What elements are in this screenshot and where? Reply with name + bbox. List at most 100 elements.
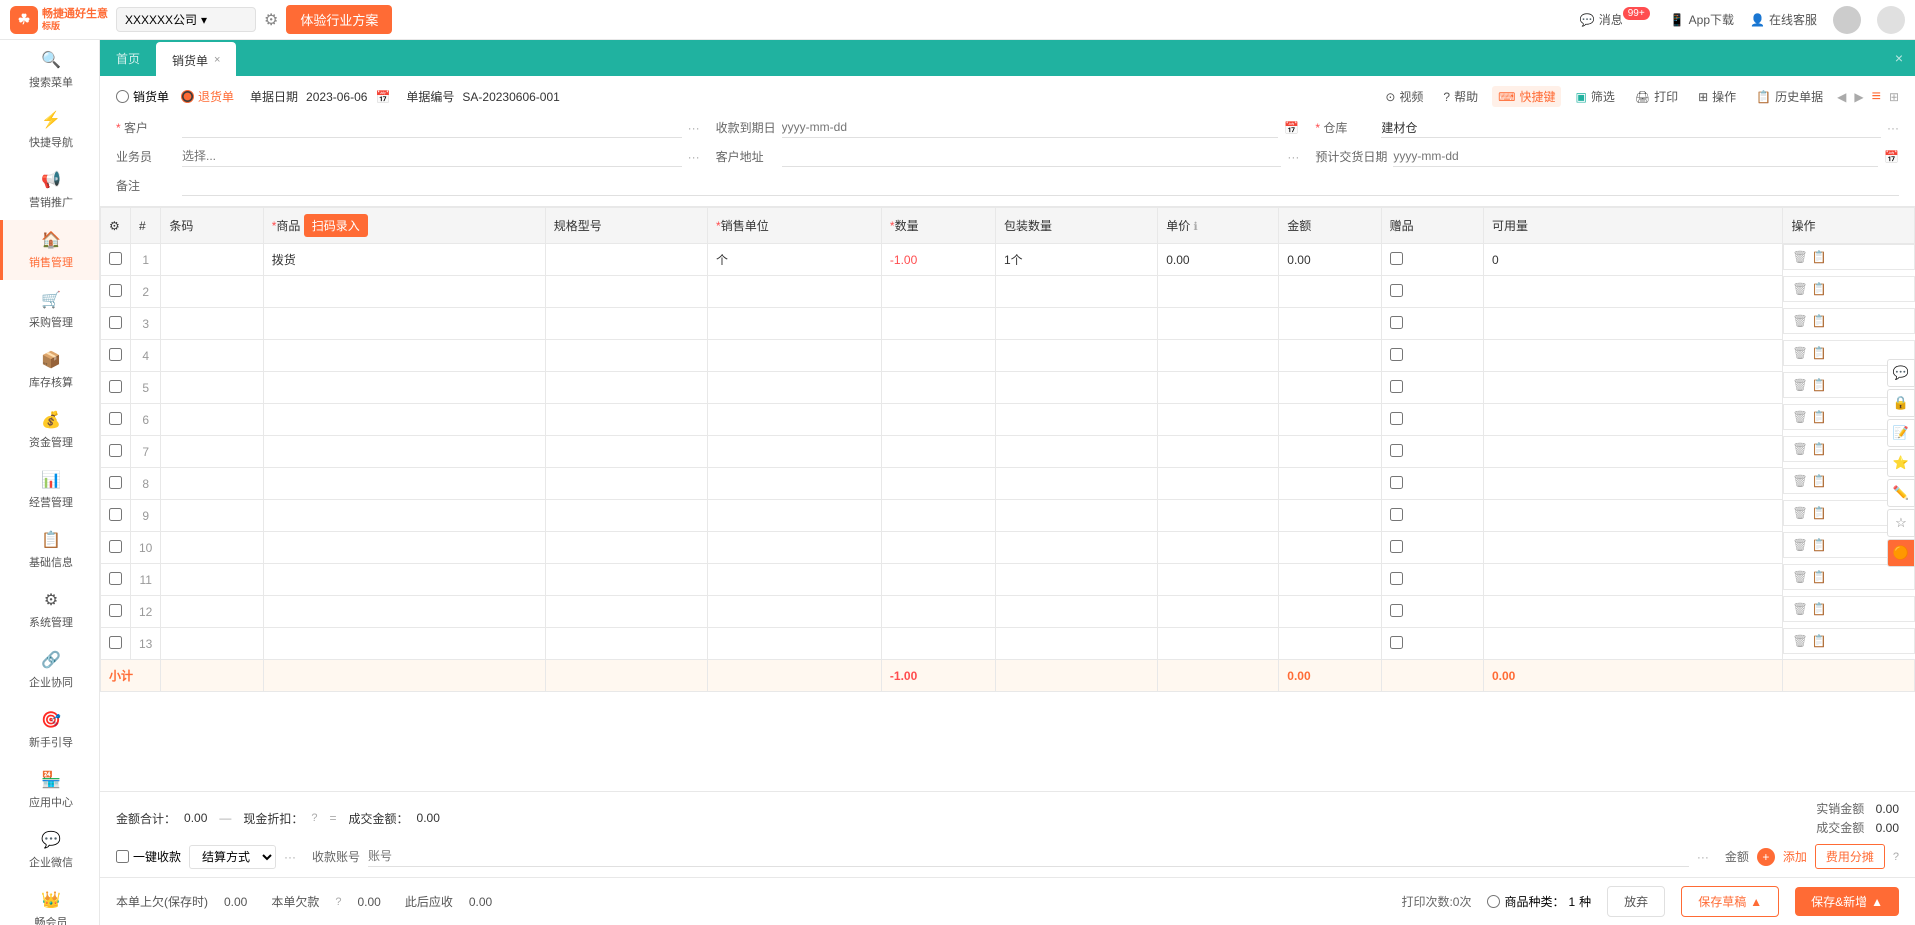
cell-spec-7[interactable] (545, 468, 707, 500)
cell-product-3[interactable] (263, 340, 545, 372)
cell-spec-4[interactable] (545, 372, 707, 404)
cell-gift-1[interactable] (1381, 276, 1483, 308)
cell-barcode-8[interactable] (161, 500, 263, 532)
save-new-chevron[interactable]: ▲ (1871, 895, 1883, 909)
cell-pkg-8[interactable] (995, 500, 1157, 532)
one-click-payment-input[interactable] (116, 850, 129, 863)
cell-price-3[interactable] (1158, 340, 1279, 372)
tab-home[interactable]: 首页 (100, 40, 156, 76)
cell-unit-0[interactable]: 个 (708, 244, 882, 276)
cell-barcode-0[interactable] (161, 244, 263, 276)
cell-product-5[interactable] (263, 404, 545, 436)
sidebar-item-guide[interactable]: 🎯 新手引导 (0, 700, 99, 760)
cell-amount-2[interactable] (1279, 308, 1381, 340)
cell-unit-8[interactable] (708, 500, 882, 532)
cell-product-6[interactable] (263, 436, 545, 468)
payment-method-select[interactable]: 结算方式 (189, 845, 276, 869)
cell-spec-10[interactable] (545, 564, 707, 596)
cell-pkg-1[interactable] (995, 276, 1157, 308)
expense-split-button[interactable]: 费用分摊 (1815, 844, 1885, 869)
delete-icon-3[interactable]: 🗑 (1792, 346, 1807, 360)
delivery-calendar-icon[interactable]: 📅 (1884, 150, 1899, 164)
cell-barcode-10[interactable] (161, 564, 263, 596)
float-edit-btn[interactable]: ✏️ (1887, 479, 1915, 507)
cell-gift-4[interactable] (1381, 372, 1483, 404)
salesperson-more-btn[interactable]: ··· (688, 150, 700, 164)
video-btn[interactable]: ⊙ 视频 (1379, 86, 1429, 107)
cell-product-11[interactable] (263, 596, 545, 628)
delete-icon-2[interactable]: 🗑 (1792, 314, 1807, 328)
company-selector[interactable]: XXXXXX公司 ▾ (116, 7, 256, 32)
radio-return-order[interactable]: 退货单 (181, 88, 234, 105)
cell-gift-9[interactable] (1381, 532, 1483, 564)
copy-icon-10[interactable]: 📋 (1812, 570, 1827, 584)
copy-icon-5[interactable]: 📋 (1812, 410, 1827, 424)
cell-spec-11[interactable] (545, 596, 707, 628)
cell-gift-11[interactable] (1381, 596, 1483, 628)
cell-unit-11[interactable] (708, 596, 882, 628)
cell-gift-7[interactable] (1381, 468, 1483, 500)
cell-barcode-7[interactable] (161, 468, 263, 500)
cell-spec-2[interactable] (545, 308, 707, 340)
customer-input[interactable] (182, 117, 682, 138)
cell-unit-3[interactable] (708, 340, 882, 372)
cell-spec-6[interactable] (545, 436, 707, 468)
cell-spec-8[interactable] (545, 500, 707, 532)
copy-icon-2[interactable]: 📋 (1812, 314, 1827, 328)
cell-unit-7[interactable] (708, 468, 882, 500)
delete-icon-4[interactable]: 🗑 (1792, 378, 1807, 392)
cell-qty-2[interactable] (881, 308, 995, 340)
cell-pkg-4[interactable] (995, 372, 1157, 404)
cell-barcode-3[interactable] (161, 340, 263, 372)
cell-pkg-12[interactable] (995, 628, 1157, 660)
cell-price-8[interactable] (1158, 500, 1279, 532)
cell-amount-5[interactable] (1279, 404, 1381, 436)
avatar[interactable] (1833, 6, 1861, 34)
cell-pkg-0[interactable]: 1个 (995, 244, 1157, 276)
cell-barcode-11[interactable] (161, 596, 263, 628)
cell-amount-3[interactable] (1279, 340, 1381, 372)
owed-info-icon[interactable]: ? (335, 896, 341, 908)
history-btn[interactable]: 📋 历史单据 (1750, 86, 1829, 107)
account-more[interactable]: ··· (1697, 850, 1709, 864)
copy-icon-12[interactable]: 📋 (1812, 634, 1827, 648)
cell-qty-9[interactable] (881, 532, 995, 564)
float-note-btn[interactable]: 📝 (1887, 419, 1915, 447)
cell-unit-9[interactable] (708, 532, 882, 564)
copy-icon-7[interactable]: 📋 (1812, 474, 1827, 488)
cell-product-1[interactable] (263, 276, 545, 308)
window-close-icon[interactable]: × (1883, 50, 1915, 66)
cell-price-9[interactable] (1158, 532, 1279, 564)
settings-icon[interactable]: ⚙ (264, 10, 278, 30)
customer-more-btn[interactable]: ··· (688, 121, 700, 135)
cell-qty-6[interactable] (881, 436, 995, 468)
tab-sales-order[interactable]: 销货单 × (156, 42, 236, 78)
float-star-btn[interactable]: ⭐ (1887, 449, 1915, 477)
cell-price-10[interactable] (1158, 564, 1279, 596)
cell-qty-10[interactable] (881, 564, 995, 596)
cell-price-6[interactable] (1158, 436, 1279, 468)
cell-qty-8[interactable] (881, 500, 995, 532)
cell-price-7[interactable] (1158, 468, 1279, 500)
cell-pkg-6[interactable] (995, 436, 1157, 468)
cell-gift-10[interactable] (1381, 564, 1483, 596)
customer-address-input[interactable] (782, 146, 1282, 167)
cell-barcode-2[interactable] (161, 308, 263, 340)
cell-product-0[interactable]: 拨货 (263, 244, 545, 276)
save-draft-chevron[interactable]: ▲ (1750, 895, 1762, 909)
cell-price-2[interactable] (1158, 308, 1279, 340)
sidebar-item-purchase[interactable]: 🛒 采购管理 (0, 280, 99, 340)
cell-qty-12[interactable] (881, 628, 995, 660)
due-date-input[interactable] (782, 117, 1279, 138)
cell-amount-1[interactable] (1279, 276, 1381, 308)
cell-spec-0[interactable] (545, 244, 707, 276)
app-download-btn[interactable]: 📱 App下载 (1670, 11, 1734, 28)
cell-amount-12[interactable] (1279, 628, 1381, 660)
delete-icon-10[interactable]: 🗑 (1792, 570, 1807, 584)
sidebar-item-system[interactable]: ⚙ 系统管理 (0, 580, 99, 640)
cell-price-12[interactable] (1158, 628, 1279, 660)
delete-icon-12[interactable]: 🗑 (1792, 634, 1807, 648)
cell-unit-2[interactable] (708, 308, 882, 340)
sidebar-item-enterprise[interactable]: 🔗 企业协同 (0, 640, 99, 700)
cell-qty-7[interactable] (881, 468, 995, 500)
